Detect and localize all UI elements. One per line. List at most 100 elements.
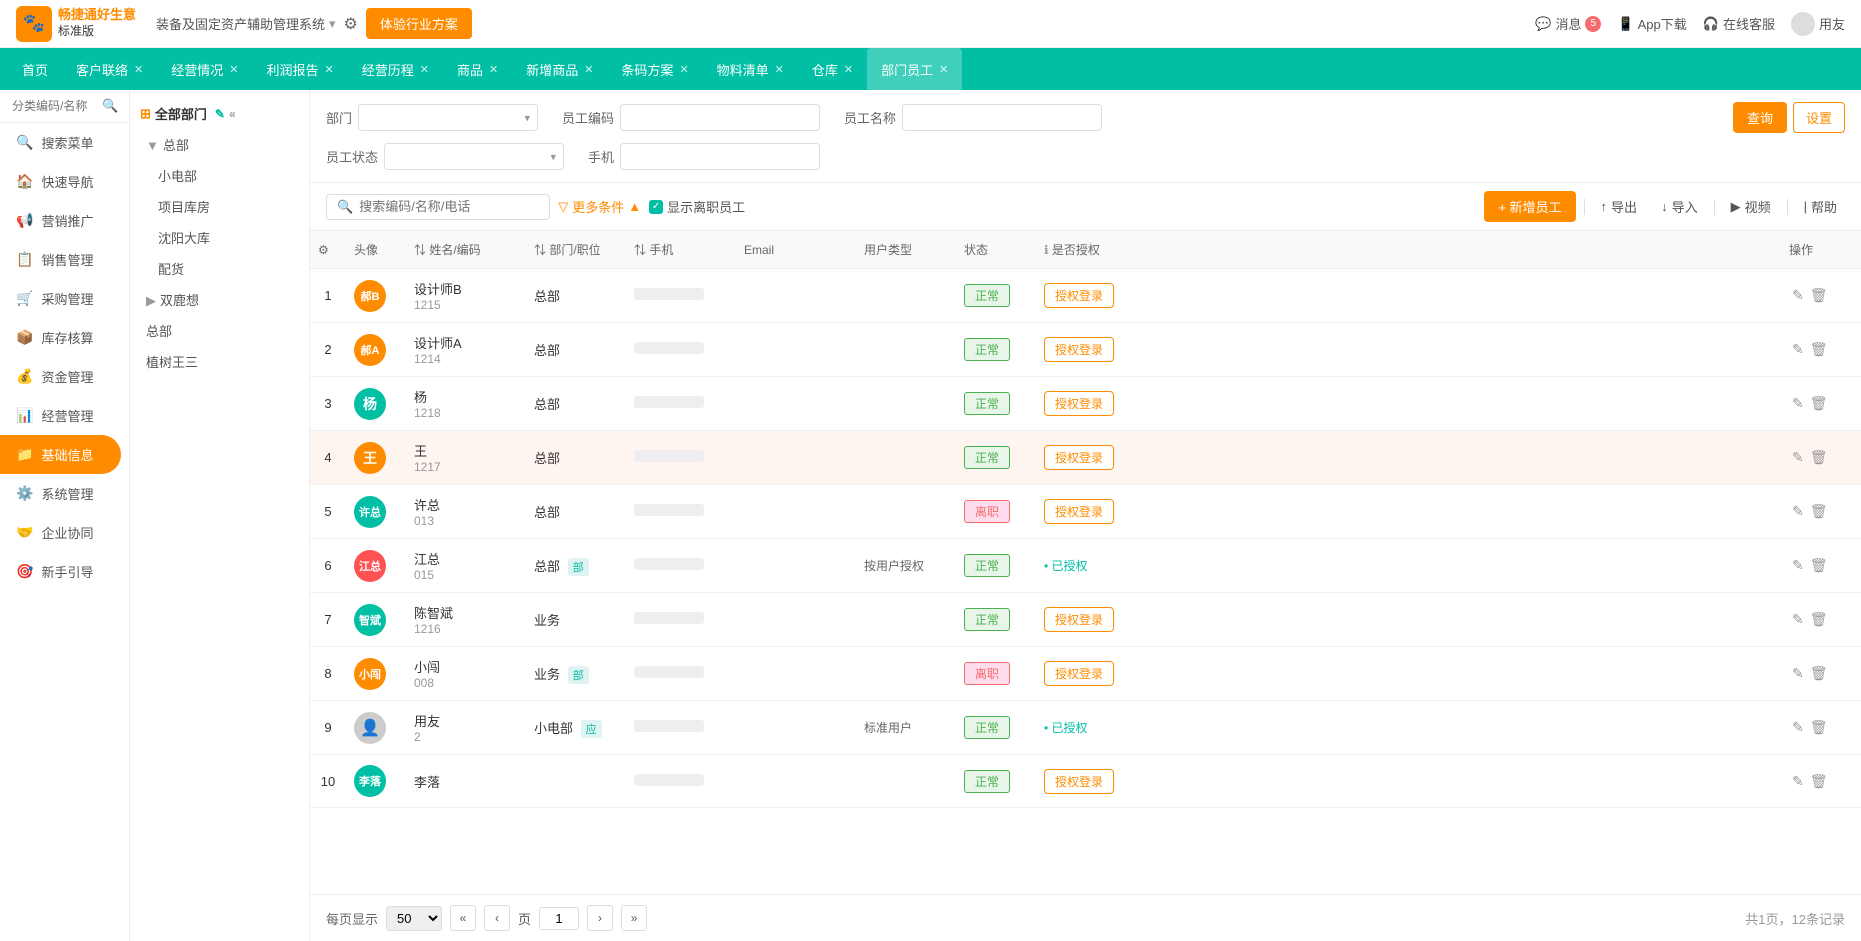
dept-select[interactable] [358,104,538,131]
auth-login-button[interactable]: 授权登录 [1044,769,1114,794]
add-employee-button[interactable]: + 新增员工 [1484,191,1575,222]
sidebar-item-marketing[interactable]: 📢营销推广 [0,201,129,240]
tab-close[interactable]: ✕ [489,63,498,76]
edit-button[interactable]: ✎ [1792,773,1804,789]
edit-button[interactable]: ✎ [1792,665,1804,681]
user-avatar[interactable]: 用友 [1791,12,1845,36]
tab-customer[interactable]: 客户联络 ✕ [62,48,157,90]
last-page-button[interactable]: » [621,905,647,931]
tab-close[interactable]: ✕ [134,63,143,76]
dept-tree-item-shuanglu[interactable]: ▶双鹿想 [130,284,309,315]
sidebar-item-stock[interactable]: 📦库存核算 [0,318,129,357]
delete-button[interactable]: 🗑 [1810,449,1828,465]
edit-button[interactable]: ✎ [1792,287,1804,303]
col-dept[interactable]: ⇅ 部门/职位 [526,231,626,269]
delete-button[interactable]: 🗑 [1810,557,1828,573]
auth-login-button[interactable]: 授权登录 [1044,391,1114,416]
video-button[interactable]: ▶ 视频 [1723,192,1779,221]
tab-history[interactable]: 经营历程 ✕ [348,48,443,90]
tab-close[interactable]: ✕ [584,63,593,76]
delete-button[interactable]: 🗑 [1810,287,1828,303]
sidebar-item-nav[interactable]: 🏠快速导航 [0,162,129,201]
delete-button[interactable]: 🗑 [1810,719,1828,735]
tab-new-goods[interactable]: 新增商品 ✕ [512,48,607,90]
message-button[interactable]: 💬 消息 5 [1535,14,1601,33]
auth-login-button[interactable]: 授权登录 [1044,661,1114,686]
tab-bom[interactable]: 物料清单 ✕ [703,48,798,90]
help-button[interactable]: | 帮助 [1796,192,1845,221]
edit-button[interactable]: ✎ [1792,557,1804,573]
edit-button[interactable]: ✎ [1792,449,1804,465]
delete-button[interactable]: 🗑 [1810,341,1828,357]
dept-tree-item-shenyang[interactable]: 沈阳大库 [130,222,309,253]
empname-input[interactable] [902,104,1102,131]
sidebar-item-sales[interactable]: 📋销售管理 [0,240,129,279]
status-select[interactable] [384,143,564,170]
show-resigned-toggle[interactable]: ✓ 显示离职员工 [649,197,745,216]
tab-close[interactable]: ✕ [844,63,853,76]
prev-page-button[interactable]: ‹ [484,905,510,931]
dept-edit-icon[interactable]: ✎ [215,107,225,121]
auth-login-button[interactable]: 授权登录 [1044,337,1114,362]
sidebar-item-guide[interactable]: 🎯新手引导 [0,552,129,591]
dept-tree-item-hq2[interactable]: 总部 [130,315,309,346]
app-download-button[interactable]: 📱 App下载 [1617,14,1686,33]
tab-barcode[interactable]: 条码方案 ✕ [607,48,702,90]
tab-home[interactable]: 首页 [8,48,62,90]
tab-operation[interactable]: 经营情况 ✕ [157,48,252,90]
col-settings[interactable]: ⚙ [310,231,346,269]
sidebar-search-icon[interactable]: 🔍 [102,98,118,114]
col-phone[interactable]: ⇅ 手机 [626,231,736,269]
col-name[interactable]: ⇅ 姓名/编码 [406,231,526,269]
tab-employees[interactable]: 部门员工 ✕ [867,48,962,90]
experience-button[interactable]: 体验行业方案 [366,8,472,39]
tab-close[interactable]: ✕ [325,63,334,76]
tab-close[interactable]: ✕ [775,63,784,76]
delete-button[interactable]: 🗑 [1810,395,1828,411]
delete-button[interactable]: 🗑 [1810,611,1828,627]
next-page-button[interactable]: › [587,905,613,931]
sidebar-item-operations[interactable]: 📊经营管理 [0,396,129,435]
tab-close[interactable]: ✕ [939,63,948,76]
tab-close[interactable]: ✕ [229,63,238,76]
edit-button[interactable]: ✎ [1792,503,1804,519]
sidebar-item-finance[interactable]: 💰资金管理 [0,357,129,396]
dept-tree-item-electronics[interactable]: 小电部 [130,160,309,191]
page-input[interactable] [539,907,579,930]
auth-login-button[interactable]: 授权登录 [1044,283,1114,308]
tab-close[interactable]: ✕ [420,63,429,76]
delete-button[interactable]: 🗑 [1810,773,1828,789]
sidebar-item-base[interactable]: 📁基础信息 [0,435,121,474]
delete-button[interactable]: 🗑 [1810,665,1828,681]
edit-button[interactable]: ✎ [1792,395,1804,411]
phone-input[interactable] [620,143,820,170]
more-filter-button[interactable]: ▽ 更多条件 ▲ [558,197,641,216]
first-page-button[interactable]: « [450,905,476,931]
dept-tree-item-distribution[interactable]: 配货 [130,253,309,284]
empcode-input[interactable] [620,104,820,131]
auth-login-button[interactable]: 授权登录 [1044,607,1114,632]
tab-warehouse[interactable]: 仓库 ✕ [798,48,867,90]
set-button[interactable]: 设置 [1793,102,1845,133]
dept-tree-item-warehouse[interactable]: 项目库房 [130,191,309,222]
sidebar-item-system[interactable]: ⚙️系统管理 [0,474,129,513]
service-button[interactable]: 🎧 在线客服 [1703,14,1775,33]
settings-icon[interactable]: ⚙ [344,14,358,34]
edit-button[interactable]: ✎ [1792,719,1804,735]
dept-tree-item-headquarter[interactable]: ▼总部 [130,129,309,160]
delete-button[interactable]: 🗑 [1810,503,1828,519]
import-button[interactable]: ↓ 导入 [1653,192,1706,221]
auth-login-button[interactable]: 授权登录 [1044,445,1114,470]
edit-button[interactable]: ✎ [1792,611,1804,627]
tab-close[interactable]: ✕ [679,63,688,76]
dept-tree-item-planting[interactable]: 植树王三 [130,346,309,377]
tab-goods[interactable]: 商品 ✕ [443,48,512,90]
export-button[interactable]: ↑ 导出 [1593,192,1646,221]
auth-login-button[interactable]: 授权登录 [1044,499,1114,524]
dropdown-arrow[interactable]: ▾ [329,16,336,32]
sidebar-search-input[interactable] [12,99,102,113]
search-input[interactable] [359,199,539,214]
search-button[interactable]: 查询 [1733,102,1787,133]
sidebar-item-purchase[interactable]: 🛒采购管理 [0,279,129,318]
dept-collapse-icon[interactable]: « [229,107,236,121]
